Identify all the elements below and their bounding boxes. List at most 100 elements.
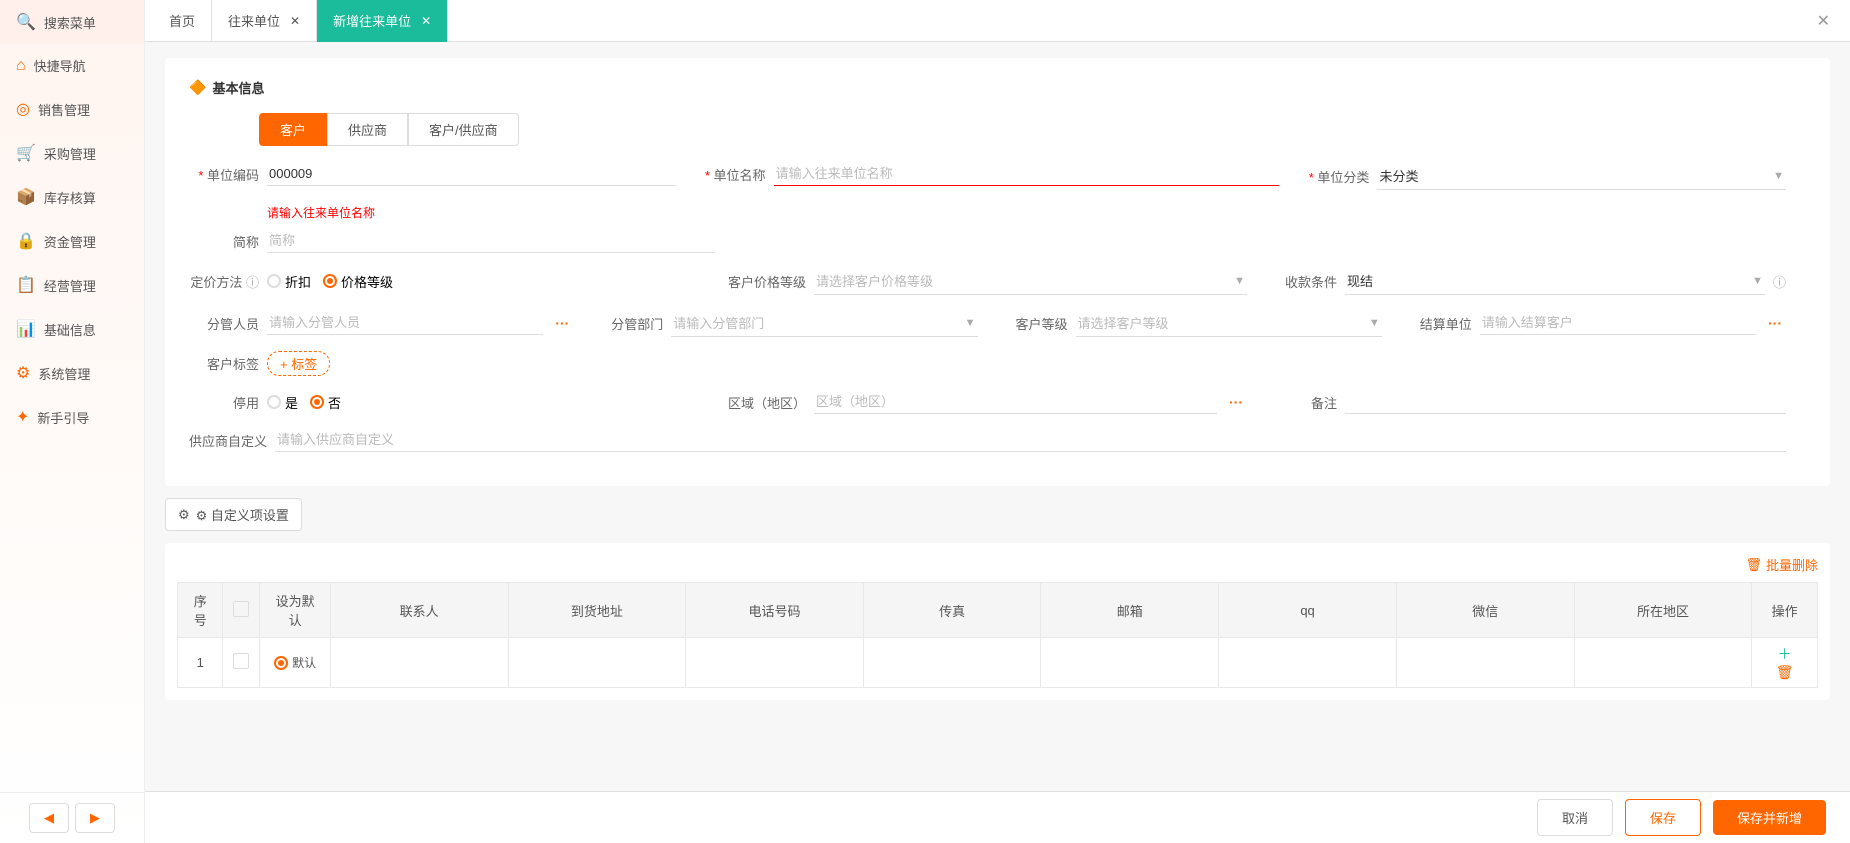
cell-qq[interactable] [1219,638,1397,688]
unit-type-supplier-btn[interactable]: 供应商 [327,113,408,146]
cell-default[interactable]: 默认 [260,638,330,688]
sidebar-item-inventory[interactable]: 📦 库存核算 [0,175,144,219]
remark-input[interactable] [1345,390,1786,414]
fax-input[interactable] [874,655,1031,670]
save-add-button[interactable]: 保存并新增 [1713,800,1826,835]
save-button[interactable]: 保存 [1625,799,1701,836]
disable-yes-radio[interactable]: 是 [267,393,298,412]
cell-email[interactable] [1041,638,1219,688]
sidebar-item-guide[interactable]: ✦ 新手引导 [0,395,144,439]
contact-input[interactable] [341,655,498,670]
settlement-input[interactable] [1480,311,1756,335]
form-row-pricing: 定价方法 ⓘ 折扣 价格等级 客 [189,267,1806,295]
cell-region[interactable] [1574,638,1752,688]
select-all-checkbox[interactable] [233,601,249,617]
pricing-level-label: 价格等级 [341,272,393,291]
add-tag-btn[interactable]: + 标签 [267,351,330,376]
sidebar-item-purchase-label: 采购管理 [44,144,96,163]
sidebar-item-purchase[interactable]: 🛒 采购管理 [0,131,144,175]
area-input[interactable] [814,390,1217,414]
tab-contacts-close[interactable]: ✕ [290,14,300,28]
sidebar-item-finance[interactable]: 🔒 资金管理 [0,219,144,263]
sidebar-item-operations[interactable]: 📋 经营管理 [0,263,144,307]
settlement-dots-btn[interactable]: ··· [1764,315,1786,331]
customer-price-chevron-icon: ▼ [1234,275,1245,287]
customer-price-select[interactable]: 请选择客户价格等级 ▼ [814,267,1247,295]
field-code: 单位编码 [189,162,676,186]
customer-level-select[interactable]: 请选择客户等级 ▼ [1076,309,1382,337]
email-input[interactable] [1051,655,1208,670]
section-title: 🔶 基本信息 [189,78,1806,97]
qq-input[interactable] [1229,655,1386,670]
window-close-btn[interactable]: ✕ [1805,11,1842,31]
tab-home[interactable]: 首页 [153,0,212,42]
area-dots-btn[interactable]: ··· [1225,394,1247,410]
cell-wechat[interactable] [1396,638,1574,688]
cell-phone[interactable] [686,638,864,688]
code-input[interactable] [267,162,676,186]
pricing-label-text: 定价方法 [190,275,242,290]
basic-info-card: 🔶 基本信息 客户 供应商 客户/供应商 单位编码 单位名称 [165,58,1830,486]
manager-label: 分管人员 [189,314,259,333]
cancel-button[interactable]: 取消 [1537,799,1613,836]
payment-terms-help-icon[interactable]: ⓘ [1773,272,1786,291]
abbr-input[interactable] [267,229,715,253]
cell-address[interactable] [508,638,686,688]
custom-settings-btn[interactable]: ⚙ ⚙ 自定义项设置 [165,498,302,531]
manager-input[interactable] [267,311,543,335]
sidebar-item-sales[interactable]: ◎ 销售管理 [0,87,144,131]
tab-contacts-label: 往来单位 [228,11,280,30]
manager-dots-btn[interactable]: ··· [551,315,573,331]
unit-type-customer-btn[interactable]: 客户 [259,113,327,146]
cell-contact[interactable] [330,638,508,688]
sidebar-item-system[interactable]: ⚙ 系统管理 [0,351,144,395]
sidebar-item-search-label: 搜索菜单 [44,13,96,32]
system-icon: ⚙ [16,363,30,383]
sidebar-item-inventory-label: 库存核算 [44,188,96,207]
category-select[interactable]: 未分类 ▼ [1377,162,1786,190]
pricing-discount-radio[interactable]: 折扣 [267,272,311,291]
payment-terms-select[interactable]: 现结 ▼ [1345,267,1765,295]
address-input[interactable] [519,655,676,670]
pricing-label: 定价方法 ⓘ [189,272,259,291]
region-input[interactable] [1585,655,1742,670]
sales-icon: ◎ [16,99,30,119]
purchase-icon: 🛒 [16,143,36,163]
sidebar-item-finance-label: 资金管理 [44,232,96,251]
tab-contacts[interactable]: 往来单位 ✕ [212,0,317,42]
batch-delete-btn[interactable]: 🗑 批量删除 [1745,555,1818,574]
tab-new-contact-label: 新增往来单位 [333,11,411,30]
area-label: 区域（地区） [728,393,806,412]
supplier-custom-input[interactable] [275,428,1786,452]
unit-type-both-btn[interactable]: 客户/供应商 [408,113,519,146]
row-add-btn[interactable]: ＋ [1778,646,1792,662]
sidebar: 🔍 搜索菜单 ⌂ 快捷导航 ◎ 销售管理 🛒 采购管理 📦 库存核算 🔒 资金管… [0,0,145,843]
payment-terms-chevron-icon: ▼ [1752,275,1763,287]
sidebar-collapse-btn[interactable]: ◀ [29,803,69,833]
cell-fax[interactable] [863,638,1041,688]
dept-select[interactable]: 请输入分管部门 ▼ [671,309,977,337]
remark-label: 备注 [1267,393,1337,412]
disable-yes-label: 是 [285,393,298,412]
table-row: 1 默认 [178,638,1818,688]
row-checkbox[interactable] [233,653,249,669]
cell-checkbox[interactable] [223,638,260,688]
pricing-help-icon[interactable]: ⓘ [246,275,259,290]
sidebar-item-search[interactable]: 🔍 搜索菜单 [0,0,144,44]
pricing-discount-circle [267,274,281,288]
tab-new-contact-close[interactable]: ✕ [421,14,431,28]
sidebar-item-basic-info[interactable]: 📊 基础信息 [0,307,144,351]
row-delete-btn[interactable]: 🗑 [1776,664,1794,680]
phone-input[interactable] [696,655,853,670]
name-input[interactable] [774,162,1280,186]
custom-settings-icon: ⚙ [178,507,190,523]
tag-area: + 标签 [267,351,330,376]
disable-no-radio[interactable]: 否 [310,393,341,412]
pricing-level-radio[interactable]: 价格等级 [323,272,393,291]
tab-new-contact[interactable]: 新增往来单位 ✕ [317,0,448,42]
wechat-input[interactable] [1407,655,1564,670]
sidebar-expand-btn[interactable]: ▶ [75,803,115,833]
basic-info-icon: 📊 [16,319,36,339]
default-radio[interactable]: 默认 [270,654,319,671]
sidebar-item-quick-nav[interactable]: ⌂ 快捷导航 [0,44,144,87]
